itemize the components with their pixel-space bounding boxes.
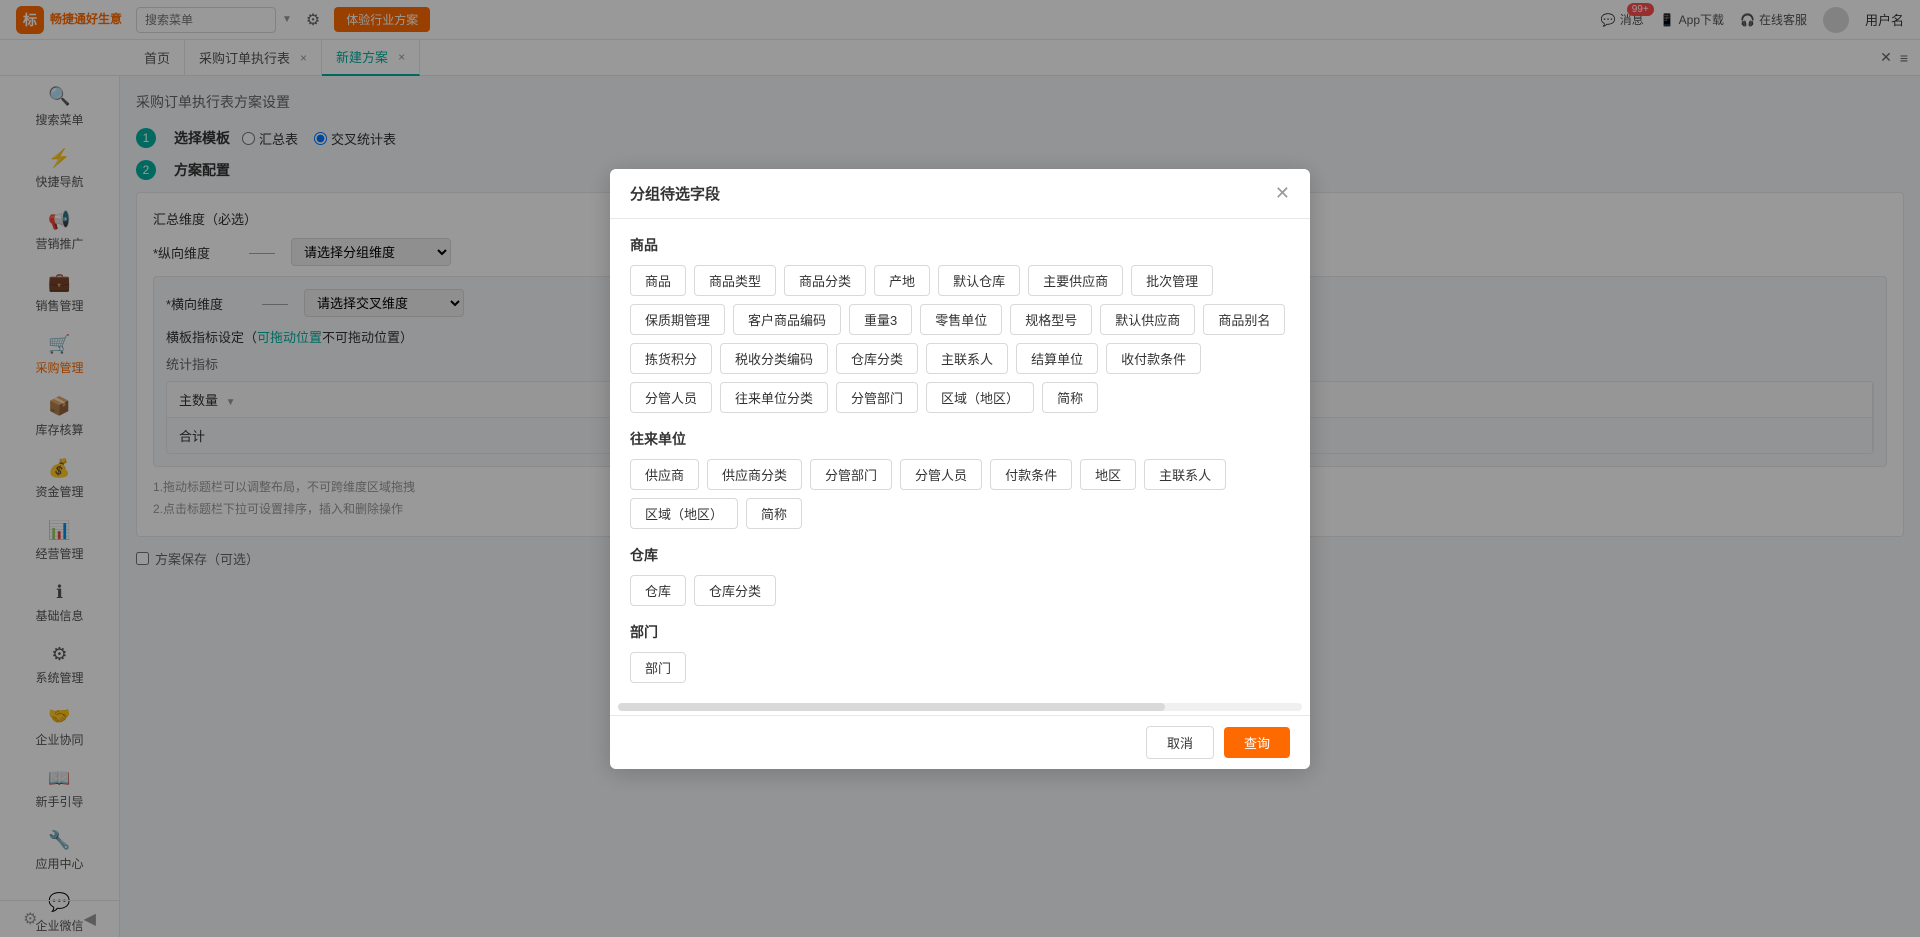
tag-wh-0[interactable]: 仓库 <box>630 575 686 606</box>
modal-confirm-btn[interactable]: 查询 <box>1224 727 1290 758</box>
modal-close-btn[interactable]: ✕ <box>1275 183 1290 204</box>
tag-goods-18[interactable]: 结算单位 <box>1016 343 1098 374</box>
tag-goods-15[interactable]: 税收分类编码 <box>720 343 828 374</box>
tag-cp-7[interactable]: 区域（地区） <box>630 498 738 529</box>
modal-scrollbar-area <box>610 699 1310 715</box>
tag-goods-17[interactable]: 主联系人 <box>926 343 1008 374</box>
tag-goods-12[interactable]: 默认供应商 <box>1100 304 1195 335</box>
tag-goods-8[interactable]: 客户商品编码 <box>733 304 841 335</box>
modal-title: 分组待选字段 <box>630 183 720 204</box>
tag-goods-23[interactable]: 区域（地区） <box>926 382 1034 413</box>
tag-cp-5[interactable]: 地区 <box>1080 459 1136 490</box>
tag-goods-2[interactable]: 商品分类 <box>784 265 866 296</box>
field-tags-counterparty: 供应商 供应商分类 分管部门 分管人员 付款条件 地区 主联系人 区域（地区） … <box>630 459 1290 529</box>
modal-scrollbar-thumb <box>618 703 1165 711</box>
tag-cp-2[interactable]: 分管部门 <box>810 459 892 490</box>
tag-cp-3[interactable]: 分管人员 <box>900 459 982 490</box>
modal-dialog: 分组待选字段 ✕ 商品 商品 商品类型 商品分类 产地 默认仓库 主要供应商 批… <box>610 169 1310 769</box>
field-tags-department: 部门 <box>630 652 1290 683</box>
field-group-warehouse-title: 仓库 <box>630 545 1290 565</box>
tag-cp-8[interactable]: 简称 <box>746 498 802 529</box>
tag-goods-24[interactable]: 简称 <box>1042 382 1098 413</box>
field-group-goods: 商品 商品 商品类型 商品分类 产地 默认仓库 主要供应商 批次管理 保质期管理… <box>630 235 1290 413</box>
tag-wh-1[interactable]: 仓库分类 <box>694 575 776 606</box>
tag-goods-20[interactable]: 分管人员 <box>630 382 712 413</box>
tag-goods-21[interactable]: 往来单位分类 <box>720 382 828 413</box>
tag-cp-1[interactable]: 供应商分类 <box>707 459 802 490</box>
field-group-department-title: 部门 <box>630 622 1290 642</box>
tag-goods-5[interactable]: 主要供应商 <box>1028 265 1123 296</box>
field-group-goods-title: 商品 <box>630 235 1290 255</box>
modal-header: 分组待选字段 ✕ <box>610 169 1310 219</box>
tag-goods-7[interactable]: 保质期管理 <box>630 304 725 335</box>
field-group-department: 部门 部门 <box>630 622 1290 683</box>
tag-goods-13[interactable]: 商品别名 <box>1203 304 1285 335</box>
tag-goods-16[interactable]: 仓库分类 <box>836 343 918 374</box>
tag-goods-11[interactable]: 规格型号 <box>1010 304 1092 335</box>
field-group-counterparty: 往来单位 供应商 供应商分类 分管部门 分管人员 付款条件 地区 主联系人 区域… <box>630 429 1290 529</box>
modal-overlay: 分组待选字段 ✕ 商品 商品 商品类型 商品分类 产地 默认仓库 主要供应商 批… <box>0 0 1920 937</box>
tag-cp-4[interactable]: 付款条件 <box>990 459 1072 490</box>
modal-footer: 取消 查询 <box>610 715 1310 769</box>
field-group-warehouse: 仓库 仓库 仓库分类 <box>630 545 1290 606</box>
field-tags-goods: 商品 商品类型 商品分类 产地 默认仓库 主要供应商 批次管理 保质期管理 客户… <box>630 265 1290 413</box>
tag-goods-10[interactable]: 零售单位 <box>920 304 1002 335</box>
tag-goods-6[interactable]: 批次管理 <box>1131 265 1213 296</box>
modal-scrollbar[interactable] <box>618 703 1302 711</box>
tag-goods-1[interactable]: 商品类型 <box>694 265 776 296</box>
tag-dept-0[interactable]: 部门 <box>630 652 686 683</box>
tag-goods-9[interactable]: 重量3 <box>849 304 912 335</box>
tag-cp-6[interactable]: 主联系人 <box>1144 459 1226 490</box>
tag-goods-14[interactable]: 拣货积分 <box>630 343 712 374</box>
tag-goods-3[interactable]: 产地 <box>874 265 930 296</box>
field-group-counterparty-title: 往来单位 <box>630 429 1290 449</box>
tag-goods-19[interactable]: 收付款条件 <box>1106 343 1201 374</box>
modal-cancel-btn[interactable]: 取消 <box>1146 726 1214 759</box>
modal-body: 商品 商品 商品类型 商品分类 产地 默认仓库 主要供应商 批次管理 保质期管理… <box>610 219 1310 699</box>
tag-cp-0[interactable]: 供应商 <box>630 459 699 490</box>
tag-goods-0[interactable]: 商品 <box>630 265 686 296</box>
tag-goods-22[interactable]: 分管部门 <box>836 382 918 413</box>
tag-goods-4[interactable]: 默认仓库 <box>938 265 1020 296</box>
field-tags-warehouse: 仓库 仓库分类 <box>630 575 1290 606</box>
